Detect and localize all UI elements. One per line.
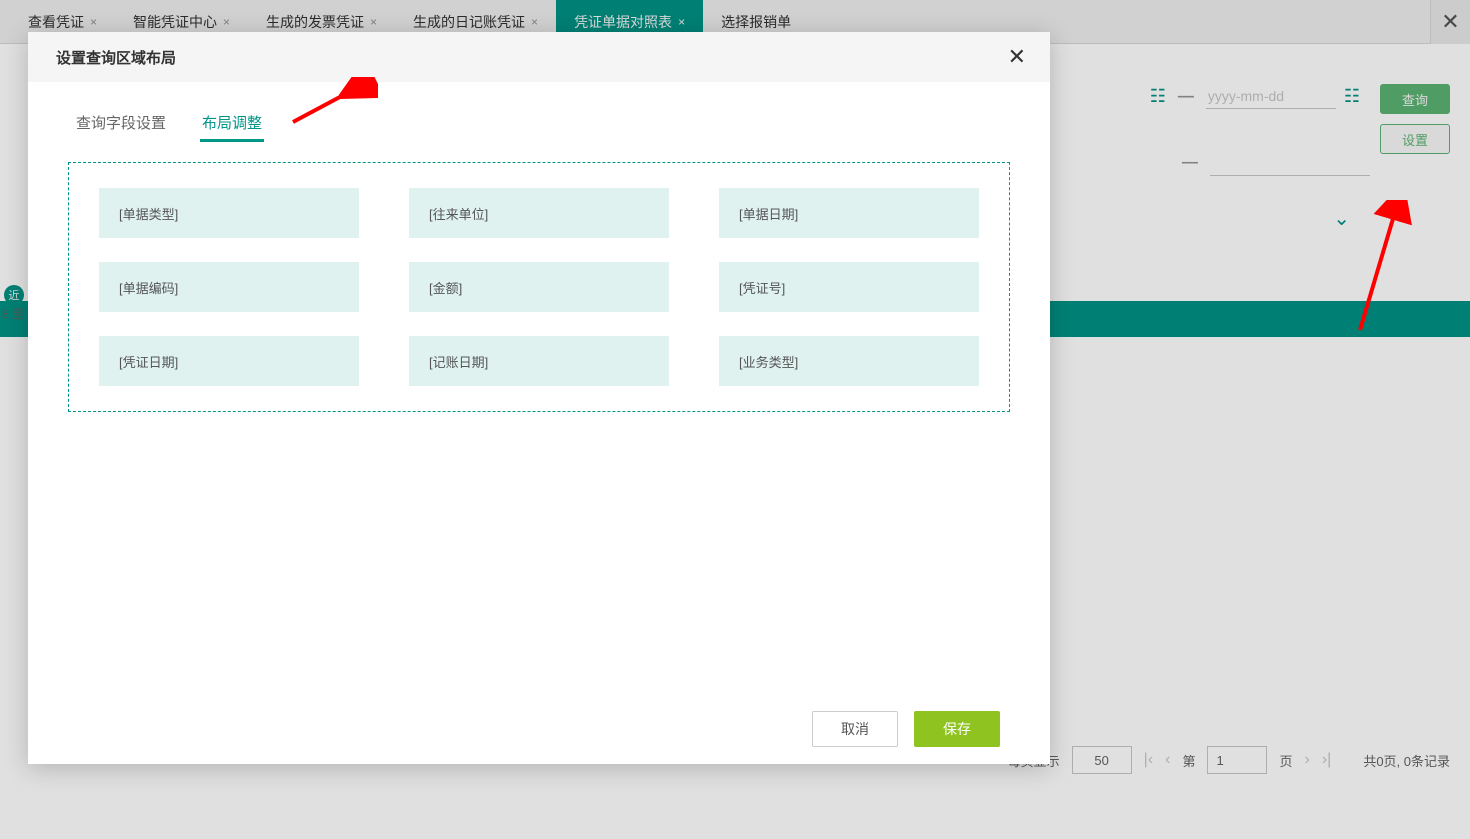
cell-label: [单据类型] <box>119 204 178 223</box>
save-button[interactable]: 保存 <box>914 711 1000 747</box>
cell-label: [凭证号] <box>739 278 785 297</box>
button-label: 保存 <box>943 719 971 739</box>
cell-label: [单据编码] <box>119 278 178 297</box>
tab-label: 布局调整 <box>202 115 262 132</box>
layout-grid: [单据类型] [往来单位] [单据日期] [单据编码] [金额] [凭证号] [… <box>68 162 1010 412</box>
cell-label: [凭证日期] <box>119 352 178 371</box>
layout-cell-doc-code[interactable]: [单据编码] <box>99 262 359 312</box>
button-label: 取消 <box>841 719 869 739</box>
layout-cell-posting-date[interactable]: [记账日期] <box>409 336 669 386</box>
tab-label: 查询字段设置 <box>76 115 166 132</box>
layout-cell-partner[interactable]: [往来单位] <box>409 188 669 238</box>
layout-cell-biz-type[interactable]: [业务类型] <box>719 336 979 386</box>
cell-label: [业务类型] <box>739 352 798 371</box>
tab-layout-adjust[interactable]: 布局调整 <box>200 106 264 142</box>
modal-footer: 取消 保存 <box>28 694 1050 764</box>
modal-tabs: 查询字段设置 布局调整 <box>74 106 1010 142</box>
modal-body: 查询字段设置 布局调整 [单据类型] [往来单位] [单据日期] [单据编码] … <box>28 82 1050 694</box>
modal-close-button[interactable]: ✕ <box>1004 40 1030 74</box>
cell-label: [金额] <box>429 278 462 297</box>
cell-label: [记账日期] <box>429 352 488 371</box>
tab-query-fields[interactable]: 查询字段设置 <box>74 106 168 142</box>
cell-label: [往来单位] <box>429 204 488 223</box>
layout-settings-modal: 设置查询区域布局 ✕ 查询字段设置 布局调整 [单据类型] [往来单位] [单据… <box>28 32 1050 764</box>
layout-cell-amount[interactable]: [金额] <box>409 262 669 312</box>
modal-header: 设置查询区域布局 ✕ <box>28 32 1050 82</box>
modal-title: 设置查询区域布局 <box>56 47 176 68</box>
cell-label: [单据日期] <box>739 204 798 223</box>
cancel-button[interactable]: 取消 <box>812 711 898 747</box>
layout-cell-doc-date[interactable]: [单据日期] <box>719 188 979 238</box>
layout-cell-voucher-no[interactable]: [凭证号] <box>719 262 979 312</box>
layout-cell-voucher-date[interactable]: [凭证日期] <box>99 336 359 386</box>
layout-cell-doc-type[interactable]: [单据类型] <box>99 188 359 238</box>
close-icon: ✕ <box>1008 44 1026 69</box>
